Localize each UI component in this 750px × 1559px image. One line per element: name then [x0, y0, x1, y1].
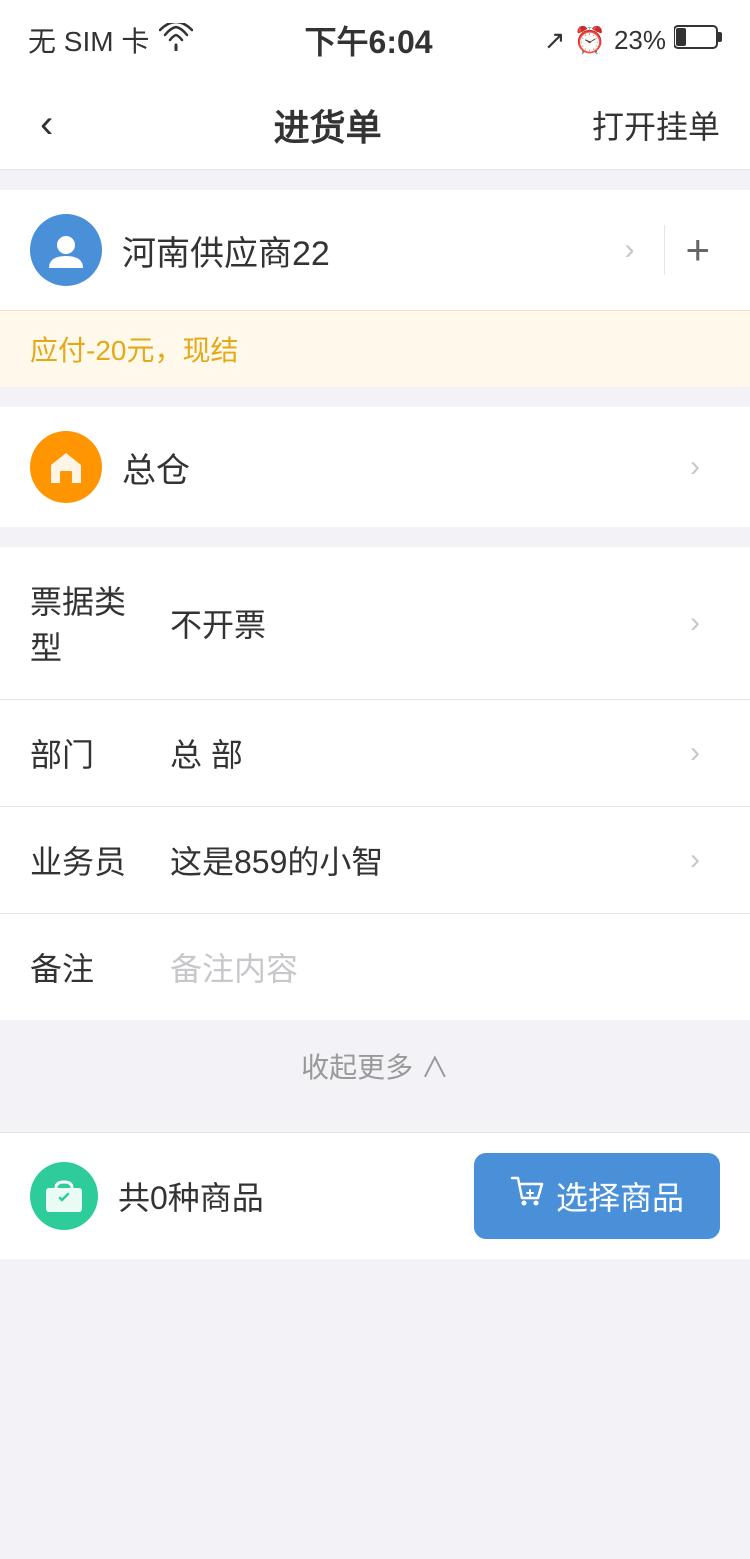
battery-icon [674, 24, 722, 57]
notice-text: 应付-20元，现结 [30, 335, 238, 366]
wifi-icon [159, 23, 193, 58]
back-button[interactable]: ‹ [30, 92, 63, 157]
dept-chevron-icon: › [690, 736, 700, 770]
open-pending-button[interactable]: 打开挂单 [592, 102, 720, 148]
supplier-divider [664, 225, 665, 275]
supplier-avatar [30, 214, 102, 286]
add-supplier-button[interactable]: + [675, 226, 720, 274]
nav-bar: ‹ 进货单 打开挂单 [0, 80, 750, 170]
supplier-name: 河南供应商22 [122, 226, 624, 275]
form-section: 票据类型 不开票 › 部门 总 部 › 业务员 这是859的小智 › 备注 备注… [0, 547, 750, 1020]
status-right: ↗ ⏰ 23% [544, 24, 722, 57]
warehouse-icon [30, 431, 102, 503]
salesperson-chevron-icon: › [690, 843, 700, 877]
collapse-label: 收起更多 ∧ [301, 1052, 449, 1083]
invoice-value: 不开票 [170, 600, 690, 646]
select-product-label: 选择商品 [556, 1173, 684, 1219]
location-icon: ↗ [544, 25, 566, 56]
supplier-row[interactable]: 河南供应商22 › + [0, 190, 750, 310]
invoice-chevron-icon: › [690, 606, 700, 640]
status-left: 无 SIM 卡 [28, 20, 193, 60]
cart-icon [510, 1176, 546, 1216]
notice-banner: 应付-20元，现结 [0, 310, 750, 387]
remark-label: 备注 [30, 944, 150, 990]
collapse-bar[interactable]: 收起更多 ∧ [0, 1020, 750, 1112]
bottom-bar: 共0种商品 选择商品 [0, 1132, 750, 1259]
dept-value: 总 部 [170, 730, 690, 776]
warehouse-name: 总仓 [122, 443, 690, 492]
supplier-section: 河南供应商22 › + 应付-20元，现结 [0, 190, 750, 387]
dept-label: 部门 [30, 730, 150, 776]
carrier-label: 无 SIM 卡 [28, 20, 149, 60]
warehouse-chevron-icon: › [690, 450, 700, 484]
alarm-icon: ⏰ [574, 25, 606, 56]
product-count-text: 共0种商品 [118, 1173, 474, 1219]
remark-row[interactable]: 备注 备注内容 [0, 914, 750, 1020]
salesperson-row[interactable]: 业务员 这是859的小智 › [0, 807, 750, 914]
status-bar: 无 SIM 卡 下午6:04 ↗ ⏰ 23% [0, 0, 750, 80]
rest-area [0, 1259, 750, 1559]
remark-input[interactable]: 备注内容 [170, 944, 720, 990]
invoice-row[interactable]: 票据类型 不开票 › [0, 547, 750, 700]
salesperson-label: 业务员 [30, 837, 150, 883]
page-title: 进货单 [274, 99, 382, 151]
salesperson-value: 这是859的小智 [170, 837, 690, 883]
product-count-icon [30, 1162, 98, 1230]
select-product-button[interactable]: 选择商品 [474, 1153, 720, 1239]
status-time: 下午6:04 [305, 17, 433, 63]
spacer-1 [0, 170, 750, 190]
supplier-chevron-icon: › [624, 233, 634, 267]
invoice-label: 票据类型 [30, 577, 150, 669]
battery-label: 23% [614, 25, 666, 56]
warehouse-row[interactable]: 总仓 › [0, 407, 750, 527]
dept-row[interactable]: 部门 总 部 › [0, 700, 750, 807]
